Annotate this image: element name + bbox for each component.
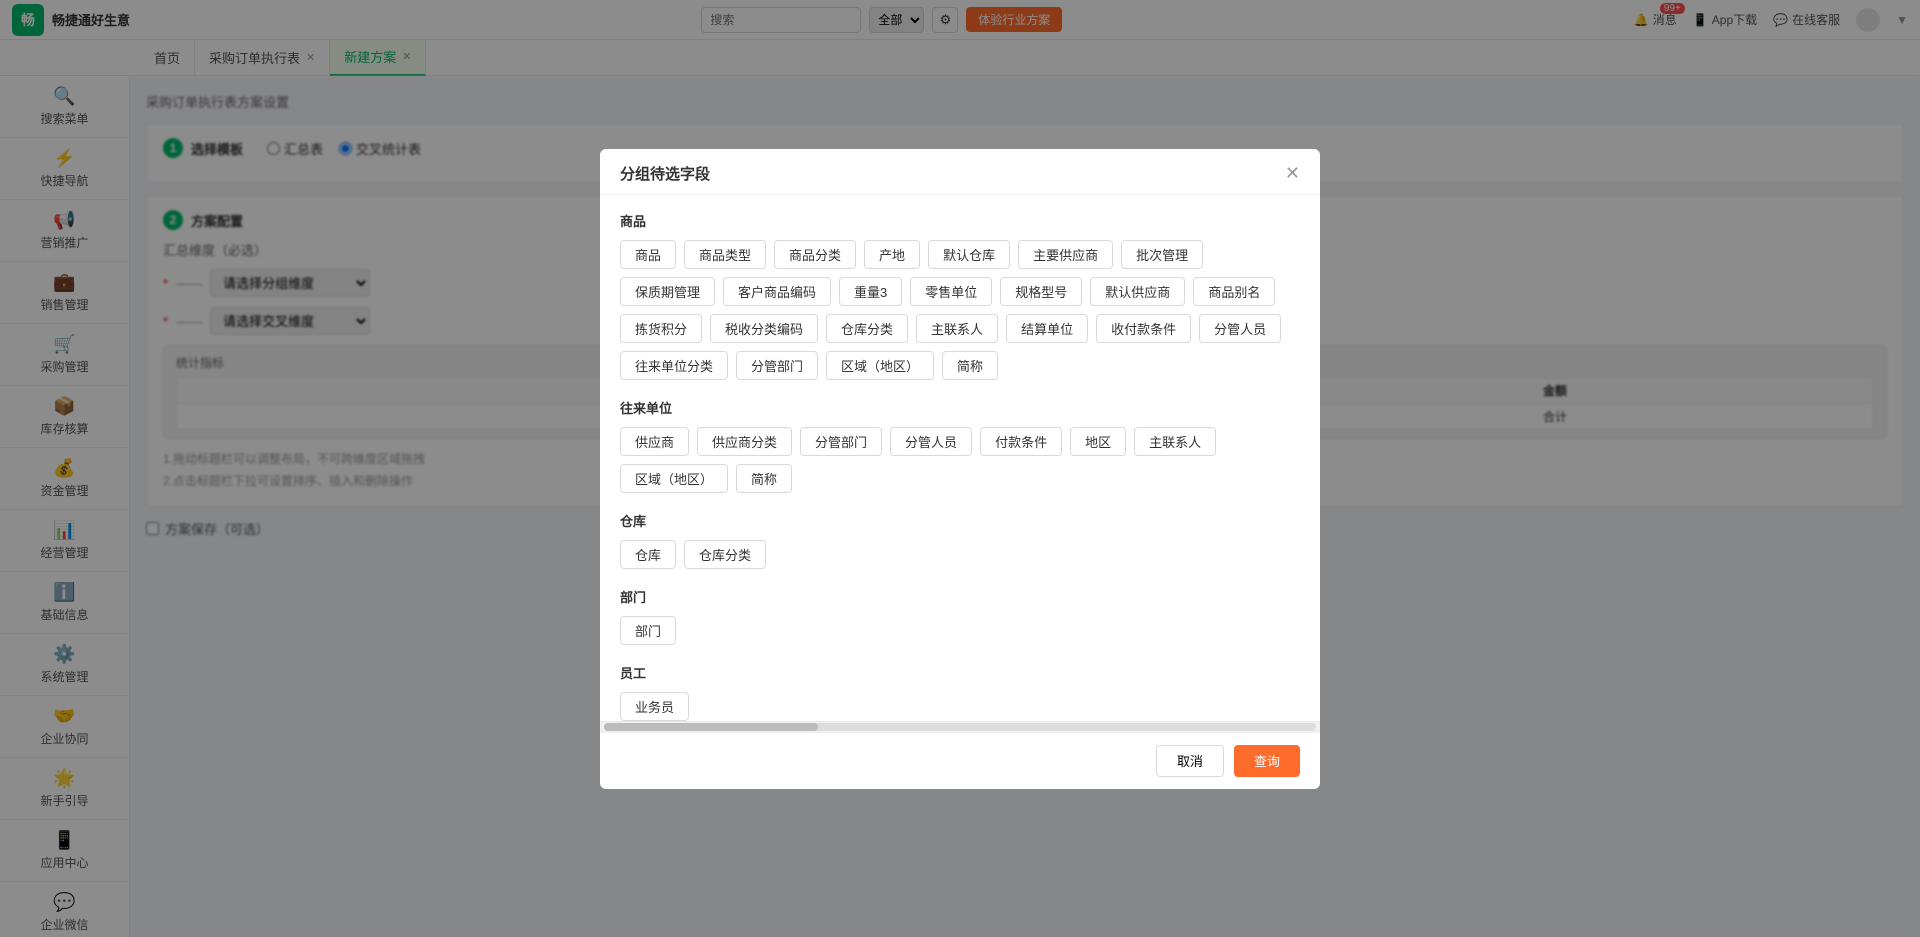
field-tag-1-8[interactable]: 简称 bbox=[736, 464, 792, 493]
modal-body: 商品商品商品类型商品分类产地默认仓库主要供应商批次管理保质期管理客户商品编码重量… bbox=[600, 195, 1320, 722]
section-title-3: 部门 bbox=[620, 587, 1300, 606]
field-tag-0-0[interactable]: 商品 bbox=[620, 240, 676, 269]
field-tag-0-21[interactable]: 往来单位分类 bbox=[620, 351, 728, 380]
field-tag-0-13[interactable]: 商品别名 bbox=[1193, 277, 1275, 306]
field-tag-0-15[interactable]: 税收分类编码 bbox=[710, 314, 818, 343]
modal-close-button[interactable]: ✕ bbox=[1285, 163, 1300, 184]
field-tag-0-1[interactable]: 商品类型 bbox=[684, 240, 766, 269]
field-grid-3: 部门 bbox=[620, 616, 1300, 645]
field-tag-4-0[interactable]: 业务员 bbox=[620, 692, 689, 721]
field-section-4: 员工业务员 bbox=[620, 663, 1300, 721]
field-tag-1-3[interactable]: 分管人员 bbox=[890, 427, 972, 456]
field-tag-0-5[interactable]: 主要供应商 bbox=[1018, 240, 1113, 269]
field-tag-2-1[interactable]: 仓库分类 bbox=[684, 540, 766, 569]
field-tag-0-23[interactable]: 区域（地区） bbox=[826, 351, 934, 380]
cancel-button[interactable]: 取消 bbox=[1156, 745, 1224, 777]
modal-hscroll[interactable] bbox=[600, 721, 1320, 731]
section-title-0: 商品 bbox=[620, 211, 1300, 230]
field-tag-0-9[interactable]: 重量3 bbox=[839, 277, 902, 306]
field-section-0: 商品商品商品类型商品分类产地默认仓库主要供应商批次管理保质期管理客户商品编码重量… bbox=[620, 211, 1300, 380]
field-tag-0-14[interactable]: 拣货积分 bbox=[620, 314, 702, 343]
field-tag-0-16[interactable]: 仓库分类 bbox=[826, 314, 908, 343]
modal-footer: 取消 查询 bbox=[600, 732, 1320, 789]
section-title-2: 仓库 bbox=[620, 511, 1300, 530]
modal-header: 分组待选字段 ✕ bbox=[600, 149, 1320, 195]
field-selection-modal: 分组待选字段 ✕ 商品商品商品类型商品分类产地默认仓库主要供应商批次管理保质期管… bbox=[600, 149, 1320, 789]
field-tag-1-0[interactable]: 供应商 bbox=[620, 427, 689, 456]
field-section-1: 往来单位供应商供应商分类分管部门分管人员付款条件地区主联系人区域（地区） 简称 bbox=[620, 398, 1300, 493]
field-tag-0-3[interactable]: 产地 bbox=[864, 240, 920, 269]
field-tag-0-11[interactable]: 规格型号 bbox=[1000, 277, 1082, 306]
field-tag-1-7[interactable]: 区域（地区） bbox=[620, 464, 728, 493]
field-tag-1-4[interactable]: 付款条件 bbox=[980, 427, 1062, 456]
field-tag-2-0[interactable]: 仓库 bbox=[620, 540, 676, 569]
modal-title: 分组待选字段 bbox=[620, 163, 710, 184]
field-section-2: 仓库仓库仓库分类 bbox=[620, 511, 1300, 569]
confirm-button[interactable]: 查询 bbox=[1234, 745, 1300, 777]
modal-overlay: 分组待选字段 ✕ 商品商品商品类型商品分类产地默认仓库主要供应商批次管理保质期管… bbox=[0, 0, 1920, 937]
field-tag-1-6[interactable]: 主联系人 bbox=[1134, 427, 1216, 456]
field-tag-0-19[interactable]: 收付款条件 bbox=[1096, 314, 1191, 343]
field-tag-0-4[interactable]: 默认仓库 bbox=[928, 240, 1010, 269]
field-tag-0-22[interactable]: 分管部门 bbox=[736, 351, 818, 380]
field-tag-0-20[interactable]: 分管人员 bbox=[1199, 314, 1281, 343]
section-title-4: 员工 bbox=[620, 663, 1300, 682]
field-tag-1-5[interactable]: 地区 bbox=[1070, 427, 1126, 456]
field-grid-4: 业务员 bbox=[620, 692, 1300, 721]
field-tag-1-2[interactable]: 分管部门 bbox=[800, 427, 882, 456]
field-tag-1-1[interactable]: 供应商分类 bbox=[697, 427, 792, 456]
field-tag-0-7[interactable]: 保质期管理 bbox=[620, 277, 715, 306]
field-tag-0-24[interactable]: 简称 bbox=[942, 351, 998, 380]
field-grid-1: 供应商供应商分类分管部门分管人员付款条件地区主联系人区域（地区） 简称 bbox=[620, 427, 1300, 493]
field-tag-0-6[interactable]: 批次管理 bbox=[1121, 240, 1203, 269]
field-tag-0-2[interactable]: 商品分类 bbox=[774, 240, 856, 269]
field-tag-0-10[interactable]: 零售单位 bbox=[910, 277, 992, 306]
field-section-3: 部门部门 bbox=[620, 587, 1300, 645]
field-tag-0-17[interactable]: 主联系人 bbox=[916, 314, 998, 343]
field-tag-0-12[interactable]: 默认供应商 bbox=[1090, 277, 1185, 306]
section-title-1: 往来单位 bbox=[620, 398, 1300, 417]
field-tag-0-18[interactable]: 结算单位 bbox=[1006, 314, 1088, 343]
field-tag-3-0[interactable]: 部门 bbox=[620, 616, 676, 645]
field-grid-2: 仓库仓库分类 bbox=[620, 540, 1300, 569]
field-grid-0: 商品商品类型商品分类产地默认仓库主要供应商批次管理保质期管理客户商品编码重量3 零… bbox=[620, 240, 1300, 380]
field-tag-0-8[interactable]: 客户商品编码 bbox=[723, 277, 831, 306]
